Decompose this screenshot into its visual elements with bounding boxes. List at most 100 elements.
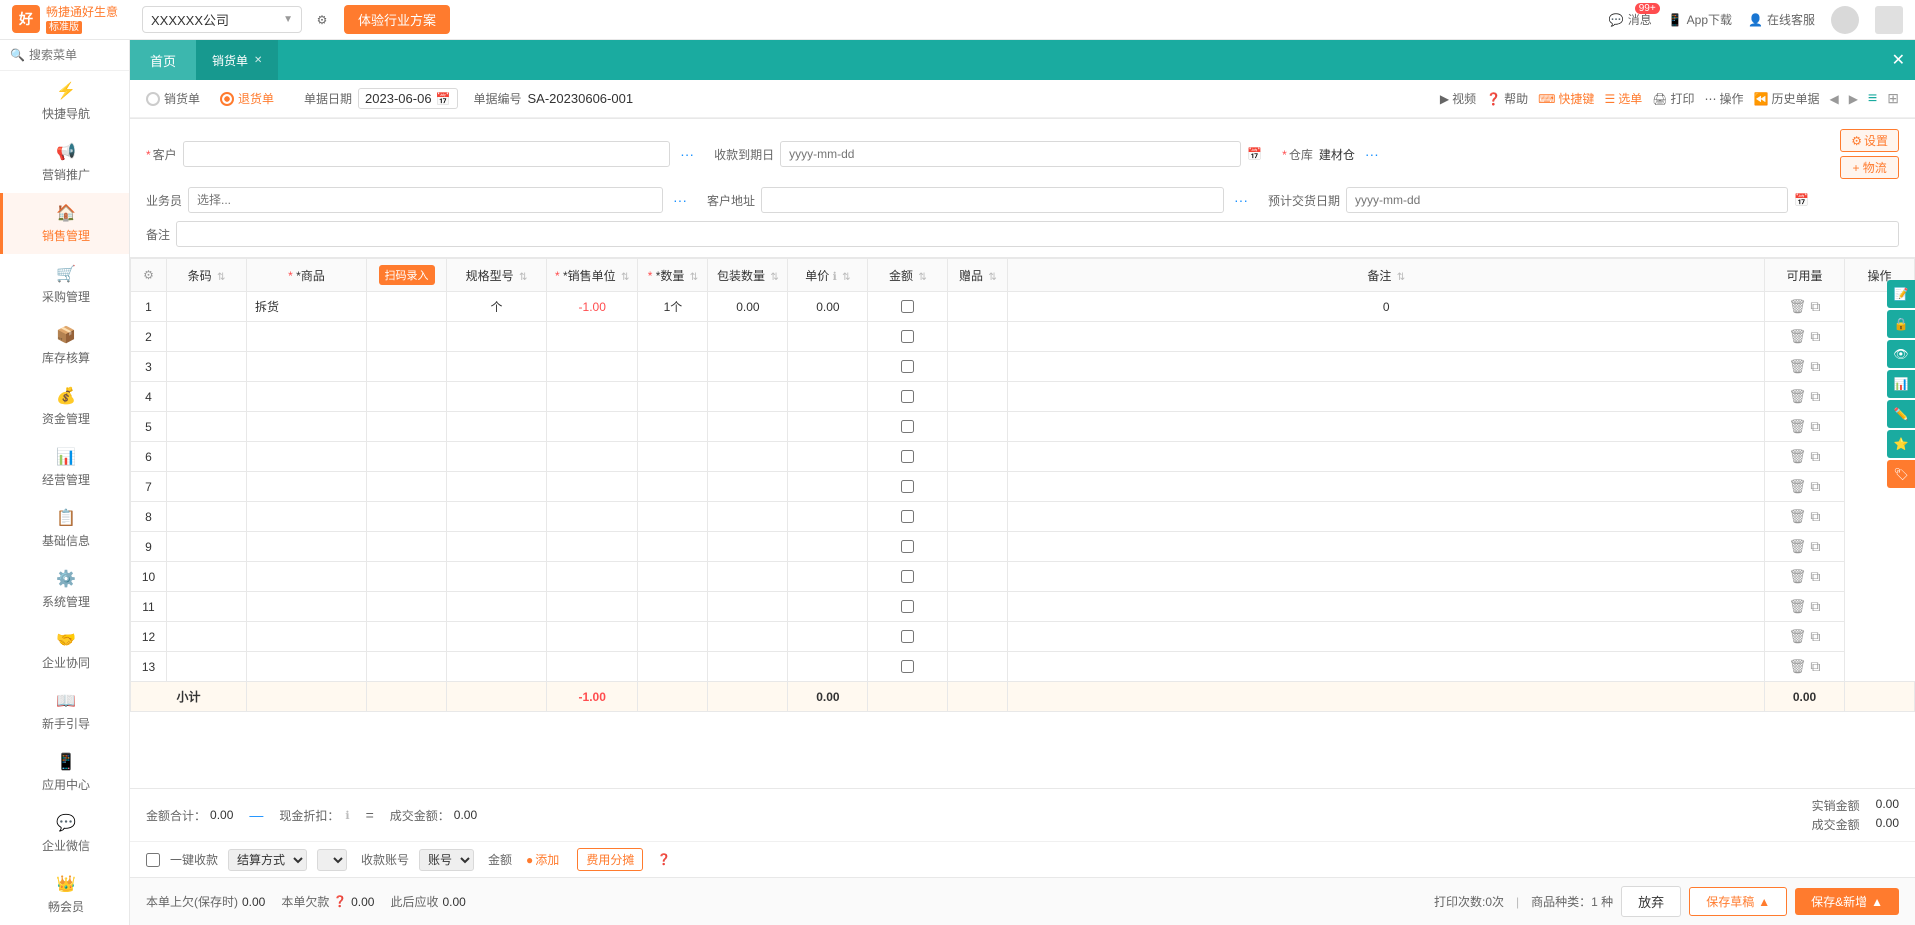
nav-prev-icon[interactable]: ◀ <box>1829 92 1838 106</box>
delete-icon[interactable]: 🗑 <box>1789 598 1807 615</box>
amount-1[interactable]: 0.00 <box>788 292 868 322</box>
copy-icon[interactable]: ⧉ <box>1810 508 1820 525</box>
copy-icon[interactable]: ⧉ <box>1810 328 1820 345</box>
rfp-btn-3[interactable]: 👁 <box>1887 340 1915 368</box>
copy-icon[interactable]: ⧉ <box>1810 658 1820 675</box>
remarks-input[interactable] <box>176 221 1899 247</box>
salesperson-dots-btn[interactable]: ··· <box>673 192 687 208</box>
sidebar-item-inventory[interactable]: 📦 库存核算 <box>0 315 129 376</box>
sidebar-item-quick-nav[interactable]: ⚡ 快捷导航 <box>0 71 129 132</box>
rfp-btn-5[interactable]: ✏️ <box>1887 400 1915 428</box>
copy-icon[interactable]: ⧉ <box>1810 598 1820 615</box>
sidebar-item-system[interactable]: ⚙️ 系统管理 <box>0 559 129 620</box>
video-btn[interactable]: ▶ 视频 <box>1440 90 1476 107</box>
sidebar-item-app-center[interactable]: 📱 应用中心 <box>0 742 129 803</box>
salesperson-input[interactable] <box>188 187 663 213</box>
delete-icon[interactable]: 🗑 <box>1789 478 1807 495</box>
barcode-1[interactable] <box>167 292 247 322</box>
qty-1[interactable]: -1.00 <box>547 292 638 322</box>
due-date-calendar-icon[interactable]: 📅 <box>1247 147 1262 161</box>
account-select[interactable]: 账号 <box>419 849 474 871</box>
help-btn[interactable]: ❓ 帮助 <box>1486 90 1528 107</box>
address-dots-btn[interactable]: ··· <box>1234 192 1248 208</box>
tab-close-icon[interactable]: ✕ <box>254 55 262 66</box>
rfp-btn-1[interactable]: 📝 <box>1887 280 1915 308</box>
settings-icon-btn[interactable]: ⚙ <box>308 6 336 34</box>
sidebar-item-guide[interactable]: 📖 新手引导 <box>0 681 129 742</box>
print-btn[interactable]: 🖨 打印 <box>1652 90 1694 107</box>
rfp-btn-4[interactable]: 📊 <box>1887 370 1915 398</box>
delete-icon[interactable]: 🗑 <box>1789 508 1807 525</box>
shortcut-btn[interactable]: ⌨ 快捷键 <box>1538 90 1594 107</box>
copy-icon[interactable]: ⧉ <box>1810 628 1820 645</box>
sidebar-item-basic-info[interactable]: 📋 基础信息 <box>0 498 129 559</box>
avatar[interactable] <box>1831 6 1859 34</box>
unit-1[interactable]: 个 <box>447 292 547 322</box>
rfp-btn-7[interactable]: 🏷 <box>1887 460 1915 488</box>
sidebar-item-sales[interactable]: 🏠 销售管理 <box>0 193 129 254</box>
tab-home[interactable]: 首页 <box>130 40 196 80</box>
history-btn[interactable]: ⏪ 历史单据 <box>1753 90 1819 107</box>
scan-button[interactable]: 扫码录入 <box>379 265 435 285</box>
amount-sort-icon[interactable]: ⇅ <box>918 272 926 283</box>
user-menu-icon[interactable] <box>1875 6 1903 34</box>
copy-icon[interactable]: ⧉ <box>1810 418 1820 435</box>
nav-next-icon[interactable]: ▶ <box>1849 92 1858 106</box>
gift-1[interactable] <box>868 292 948 322</box>
delete-icon[interactable]: 🗑 <box>1789 388 1807 405</box>
rfp-btn-2[interactable]: 🔒 <box>1887 310 1915 338</box>
barcode-sort-icon[interactable]: ⇅ <box>217 272 225 283</box>
layout-grid-icon[interactable]: ⊞ <box>1887 90 1899 107</box>
sidebar-item-finance[interactable]: 💰 资金管理 <box>0 376 129 437</box>
price-sort-icon[interactable]: ⇅ <box>842 272 850 283</box>
copy-icon[interactable]: ⧉ <box>1810 478 1820 495</box>
due-date-input[interactable] <box>780 141 1241 167</box>
spec-sort-icon[interactable]: ⇅ <box>519 272 527 283</box>
logistics-btn[interactable]: + 物流 <box>1840 156 1899 179</box>
delete-icon[interactable]: 🗑 <box>1789 628 1807 645</box>
sidebar-item-enterprise[interactable]: 🤝 企业协同 <box>0 620 129 681</box>
copy-icon[interactable]: ⧉ <box>1810 388 1820 405</box>
sidebar-item-member[interactable]: 👑 畅会员 <box>0 864 129 925</box>
delivery-date-icon[interactable]: 📅 <box>1794 193 1809 207</box>
pkg-sort-icon[interactable]: ⇅ <box>770 272 778 283</box>
copy-icon[interactable]: ⧉ <box>1810 448 1820 465</box>
expected-delivery-input[interactable] <box>1346 187 1788 213</box>
operation-btn[interactable]: ⋯ 操作 <box>1704 90 1743 107</box>
unit-sort-icon[interactable]: ⇅ <box>621 272 629 283</box>
due-info-icon[interactable]: ❓ <box>333 895 347 908</box>
delete-icon[interactable]: 🗑 <box>1789 658 1807 675</box>
save-draft-button[interactable]: 保存草稿 ▲ <box>1689 887 1787 916</box>
delete-icon[interactable]: 🗑 <box>1789 568 1807 585</box>
remarks-sort-icon[interactable]: ⇅ <box>1397 272 1405 283</box>
table-settings-icon[interactable]: ⚙ <box>143 268 154 282</box>
delete-icon[interactable]: 🗑 <box>1789 328 1807 345</box>
online-service-btn[interactable]: 👤 在线客服 <box>1748 11 1815 28</box>
copy-icon[interactable]: ⧉ <box>1810 568 1820 585</box>
delete-icon[interactable]: 🗑 <box>1789 358 1807 375</box>
sub-tab-return[interactable]: 退货单 <box>220 90 274 107</box>
sidebar-item-purchase[interactable]: 🛒 采购管理 <box>0 254 129 315</box>
delete-icon[interactable]: 🗑 <box>1789 418 1807 435</box>
price-1[interactable]: 0.00 <box>708 292 788 322</box>
fee-split-btn[interactable]: 费用分摊 <box>577 848 643 871</box>
company-selector[interactable]: XXXXXX公司 ▼ <box>142 6 302 33</box>
sub-tab-sales[interactable]: 销货单 <box>146 90 200 107</box>
message-btn[interactable]: 💬 消息 99+ <box>1609 11 1652 28</box>
sidebar-item-operations[interactable]: 📊 经营管理 <box>0 437 129 498</box>
price-info-icon[interactable]: ℹ <box>833 271 837 283</box>
copy-icon[interactable]: ⧉ <box>1810 538 1820 555</box>
rfp-btn-6[interactable]: ⭐ <box>1887 430 1915 458</box>
qty-sort-icon[interactable]: ⇅ <box>690 272 698 283</box>
delete-icon[interactable]: 🗑 <box>1789 538 1807 555</box>
sidebar-item-marketing[interactable]: 📢 营销推广 <box>0 132 129 193</box>
delete-icon[interactable]: 🗑 <box>1789 448 1807 465</box>
one-click-checkbox[interactable] <box>146 853 160 867</box>
close-all-tabs-btn[interactable]: ✕ <box>1892 50 1905 70</box>
customer-input[interactable] <box>183 141 670 167</box>
layout-list-icon[interactable]: ≡ <box>1868 90 1877 108</box>
product-type-link[interactable]: 商品种类：1 种 <box>1531 895 1613 909</box>
customer-dots-btn[interactable]: ··· <box>680 146 694 162</box>
fee-info-icon[interactable]: ❓ <box>657 853 671 866</box>
delete-icon-1[interactable]: 🗑 <box>1789 298 1807 315</box>
